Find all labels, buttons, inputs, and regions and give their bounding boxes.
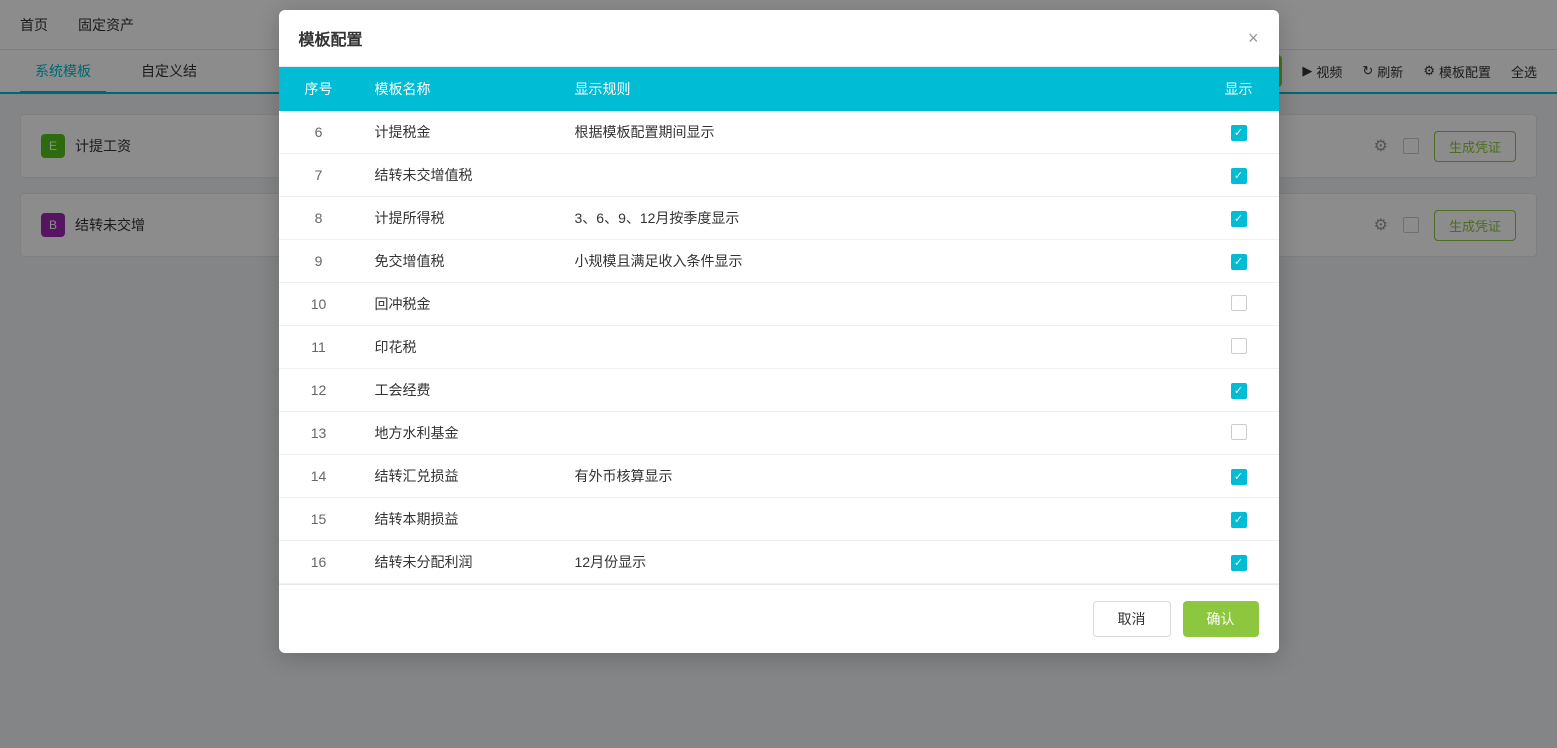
template-config-modal: 模板配置 × 序号 模板名称 显示规则 显示 6计提税金根据模板配置期间显示✓7… bbox=[279, 10, 1279, 653]
cell-check-6: ✓ bbox=[1199, 369, 1279, 412]
cell-check-0: ✓ bbox=[1199, 111, 1279, 154]
cell-rule-1 bbox=[559, 154, 1199, 197]
cell-name-5: 印花税 bbox=[359, 326, 559, 369]
cell-id-7: 13 bbox=[279, 412, 359, 455]
cell-id-1: 7 bbox=[279, 154, 359, 197]
modal-header: 模板配置 × bbox=[279, 10, 1279, 67]
table-row: 14结转汇兑损益有外币核算显示 ✓ bbox=[279, 455, 1279, 498]
cancel-button[interactable]: 取消 bbox=[1093, 601, 1171, 637]
cell-check-9: ✓ bbox=[1199, 498, 1279, 541]
cell-name-8: 结转汇兑损益 bbox=[359, 455, 559, 498]
table-row: 15结转本期损益 ✓ bbox=[279, 498, 1279, 541]
cell-check-3: ✓ bbox=[1199, 240, 1279, 283]
cell-id-10: 16 bbox=[279, 541, 359, 584]
cell-check-1: ✓ bbox=[1199, 154, 1279, 197]
cell-id-3: 9 bbox=[279, 240, 359, 283]
cell-rule-6 bbox=[559, 369, 1199, 412]
table-row: 12工会经费 ✓ bbox=[279, 369, 1279, 412]
cell-check-2: ✓ bbox=[1199, 197, 1279, 240]
cell-rule-8: 有外币核算显示 bbox=[559, 455, 1199, 498]
cell-name-4: 回冲税金 bbox=[359, 283, 559, 326]
modal-close-button[interactable]: × bbox=[1248, 29, 1259, 47]
cell-id-6: 12 bbox=[279, 369, 359, 412]
cell-check-5 bbox=[1199, 326, 1279, 369]
cell-id-4: 10 bbox=[279, 283, 359, 326]
cell-name-6: 工会经费 bbox=[359, 369, 559, 412]
checkbox-checked-2[interactable]: ✓ bbox=[1231, 211, 1247, 227]
modal-title: 模板配置 bbox=[299, 26, 363, 50]
cell-check-7 bbox=[1199, 412, 1279, 455]
checkbox-checked-9[interactable]: ✓ bbox=[1231, 512, 1247, 528]
cell-rule-5 bbox=[559, 326, 1199, 369]
cell-rule-9 bbox=[559, 498, 1199, 541]
checkbox-checked-0[interactable]: ✓ bbox=[1231, 125, 1247, 141]
checkbox-checked-10[interactable]: ✓ bbox=[1231, 555, 1247, 571]
cell-rule-3: 小规模且满足收入条件显示 bbox=[559, 240, 1199, 283]
cell-id-0: 6 bbox=[279, 111, 359, 154]
cell-id-8: 14 bbox=[279, 455, 359, 498]
checkbox-checked-3[interactable]: ✓ bbox=[1231, 254, 1247, 270]
cell-rule-0: 根据模板配置期间显示 bbox=[559, 111, 1199, 154]
checkbox-checked-1[interactable]: ✓ bbox=[1231, 168, 1247, 184]
cell-id-5: 11 bbox=[279, 326, 359, 369]
table-row: 6计提税金根据模板配置期间显示 ✓ bbox=[279, 111, 1279, 154]
table-row: 11印花税 bbox=[279, 326, 1279, 369]
config-table: 序号 模板名称 显示规则 显示 6计提税金根据模板配置期间显示✓7结转未交增值税… bbox=[279, 67, 1279, 584]
cell-name-0: 计提税金 bbox=[359, 111, 559, 154]
cell-check-4 bbox=[1199, 283, 1279, 326]
table-row: 13地方水利基金 bbox=[279, 412, 1279, 455]
cell-rule-7 bbox=[559, 412, 1199, 455]
table-row: 7结转未交增值税 ✓ bbox=[279, 154, 1279, 197]
col-header-name: 模板名称 bbox=[359, 67, 559, 111]
modal-footer: 取消 确认 bbox=[279, 584, 1279, 653]
cell-name-2: 计提所得税 bbox=[359, 197, 559, 240]
table-row: 16结转未分配利润12月份显示 ✓ bbox=[279, 541, 1279, 584]
checkbox-unchecked-4[interactable] bbox=[1231, 295, 1247, 311]
modal-overlay: 模板配置 × 序号 模板名称 显示规则 显示 6计提税金根据模板配置期间显示✓7… bbox=[0, 0, 1557, 748]
cell-rule-4 bbox=[559, 283, 1199, 326]
table-row: 9免交增值税小规模且满足收入条件显示 ✓ bbox=[279, 240, 1279, 283]
cell-check-8: ✓ bbox=[1199, 455, 1279, 498]
cell-rule-2: 3、6、9、12月按季度显示 bbox=[559, 197, 1199, 240]
modal-body: 序号 模板名称 显示规则 显示 6计提税金根据模板配置期间显示✓7结转未交增值税… bbox=[279, 67, 1279, 584]
cell-name-10: 结转未分配利润 bbox=[359, 541, 559, 584]
col-header-display: 显示 bbox=[1199, 67, 1279, 111]
cell-rule-10: 12月份显示 bbox=[559, 541, 1199, 584]
col-header-id: 序号 bbox=[279, 67, 359, 111]
cell-name-3: 免交增值税 bbox=[359, 240, 559, 283]
cell-id-9: 15 bbox=[279, 498, 359, 541]
checkbox-checked-8[interactable]: ✓ bbox=[1231, 469, 1247, 485]
cell-check-10: ✓ bbox=[1199, 541, 1279, 584]
col-header-rule: 显示规则 bbox=[559, 67, 1199, 111]
cell-name-7: 地方水利基金 bbox=[359, 412, 559, 455]
cell-id-2: 8 bbox=[279, 197, 359, 240]
table-header-row: 序号 模板名称 显示规则 显示 bbox=[279, 67, 1279, 111]
table-row: 10回冲税金 bbox=[279, 283, 1279, 326]
cell-name-1: 结转未交增值税 bbox=[359, 154, 559, 197]
checkbox-unchecked-7[interactable] bbox=[1231, 424, 1247, 440]
checkbox-checked-6[interactable]: ✓ bbox=[1231, 383, 1247, 399]
checkbox-unchecked-5[interactable] bbox=[1231, 338, 1247, 354]
table-row: 8计提所得税3、6、9、12月按季度显示 ✓ bbox=[279, 197, 1279, 240]
cell-name-9: 结转本期损益 bbox=[359, 498, 559, 541]
confirm-button[interactable]: 确认 bbox=[1183, 601, 1259, 637]
